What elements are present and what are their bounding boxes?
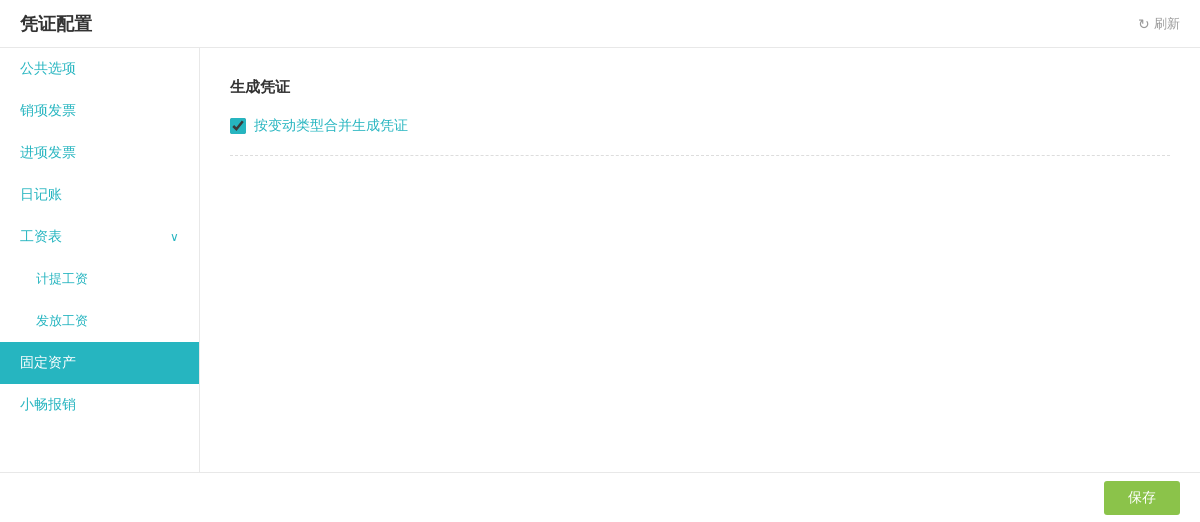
sidebar-item-fixed-assets[interactable]: 固定资产 xyxy=(0,342,199,384)
sidebar-item-label: 工资表 xyxy=(20,228,62,246)
content-area: 生成凭证 按变动类型合并生成凭证 xyxy=(200,48,1200,472)
merge-by-type-checkbox[interactable] xyxy=(230,118,246,134)
sidebar-item-label: 固定资产 xyxy=(20,354,76,372)
merge-by-type-label[interactable]: 按变动类型合并生成凭证 xyxy=(254,117,408,135)
sidebar-item-label: 日记账 xyxy=(20,186,62,204)
refresh-button[interactable]: ↻ 刷新 xyxy=(1138,15,1180,33)
sidebar: 公共选项 销项发票 进项发票 日记账 工资表 ∨ 计提工资 发放工资 固定资产 … xyxy=(0,48,200,472)
sidebar-item-label: 进项发票 xyxy=(20,144,76,162)
page-footer: 保存 xyxy=(0,472,1200,522)
sidebar-item-payroll-pay[interactable]: 发放工资 xyxy=(0,300,199,342)
sidebar-item-expense-claim[interactable]: 小畅报销 xyxy=(0,384,199,426)
sidebar-item-label: 发放工资 xyxy=(36,312,88,330)
sidebar-item-sales-invoice[interactable]: 销项发票 xyxy=(0,90,199,132)
sidebar-item-payroll-calc[interactable]: 计提工资 xyxy=(0,258,199,300)
sidebar-item-payroll-table[interactable]: 工资表 ∨ xyxy=(0,216,199,258)
page-title: 凭证配置 xyxy=(20,12,92,36)
sidebar-item-public-options[interactable]: 公共选项 xyxy=(0,48,199,90)
chevron-down-icon: ∨ xyxy=(170,230,179,244)
page-header: 凭证配置 ↻ 刷新 xyxy=(0,0,1200,48)
sidebar-item-label: 销项发票 xyxy=(20,102,76,120)
section-divider xyxy=(230,155,1170,156)
main-content: 公共选项 销项发票 进项发票 日记账 工资表 ∨ 计提工资 发放工资 固定资产 … xyxy=(0,48,1200,472)
save-button[interactable]: 保存 xyxy=(1104,481,1180,515)
sidebar-item-journal[interactable]: 日记账 xyxy=(0,174,199,216)
refresh-label: 刷新 xyxy=(1154,15,1180,33)
sidebar-item-label: 小畅报销 xyxy=(20,396,76,414)
section-title: 生成凭证 xyxy=(230,78,1170,97)
checkbox-row: 按变动类型合并生成凭证 xyxy=(230,117,1170,135)
sidebar-item-label: 公共选项 xyxy=(20,60,76,78)
sidebar-item-purchase-invoice[interactable]: 进项发票 xyxy=(0,132,199,174)
sidebar-item-label: 计提工资 xyxy=(36,270,88,288)
refresh-icon: ↻ xyxy=(1138,16,1150,32)
